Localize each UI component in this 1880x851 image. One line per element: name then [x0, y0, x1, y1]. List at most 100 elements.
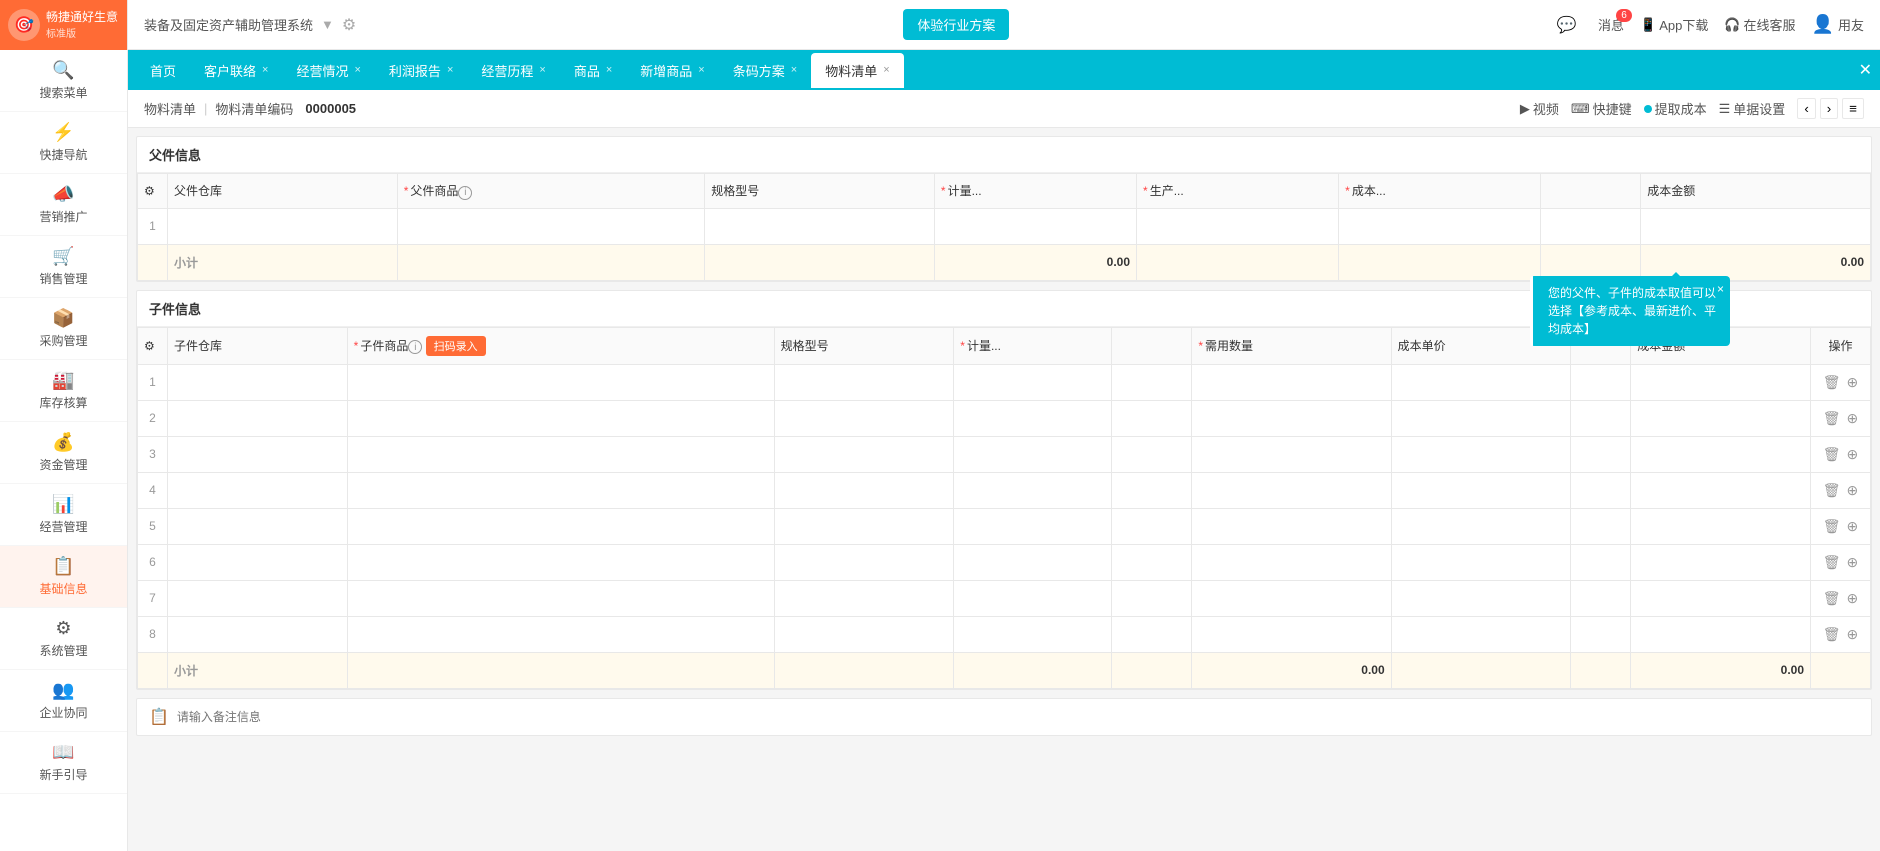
delete-icon-3[interactable]: 🗑 [1823, 446, 1841, 463]
child-cell-unitcost-1[interactable] [1391, 364, 1571, 400]
child-cell-qty-3[interactable] [1192, 436, 1391, 472]
child-cell-unit-8[interactable] [954, 616, 1112, 652]
action-shortcut[interactable]: ⌨ 快捷键 [1571, 99, 1632, 118]
child-cell-unit-3[interactable] [954, 436, 1112, 472]
copy-icon-2[interactable]: ⊕ [1847, 410, 1859, 427]
sidebar-item-新手引导[interactable]: 📖新手引导 [0, 732, 127, 794]
child-cell-qty-1[interactable] [1192, 364, 1391, 400]
app-download[interactable]: 📱 App下载 [1640, 15, 1708, 34]
parent-cell-production-1[interactable] [1137, 208, 1339, 244]
child-cell-unit-6[interactable] [954, 544, 1112, 580]
child-cell-qty-2[interactable] [1192, 400, 1391, 436]
sidebar-item-经营管理[interactable]: 📊经营管理 [0, 484, 127, 546]
child-cell-product-8[interactable] [347, 616, 774, 652]
parent-col-gear[interactable]: ⚙ [138, 174, 168, 209]
parent-cell-spec-1[interactable] [705, 208, 935, 244]
child-cell-spec-3[interactable] [774, 436, 954, 472]
experience-btn[interactable]: 体验行业方案 [903, 9, 1009, 40]
child-cell-unitcost-8[interactable] [1391, 616, 1571, 652]
child-cell-warehouse-7[interactable] [168, 580, 348, 616]
sidebar-item-快捷导航[interactable]: ⚡快捷导航 [0, 112, 127, 174]
sidebar-item-销售管理[interactable]: 🛒销售管理 [0, 236, 127, 298]
next-btn[interactable]: › [1820, 98, 1838, 119]
copy-icon-1[interactable]: ⊕ [1847, 374, 1859, 391]
child-cell-product-2[interactable] [347, 400, 774, 436]
delete-icon-4[interactable]: 🗑 [1823, 482, 1841, 499]
child-cell-warehouse-3[interactable] [168, 436, 348, 472]
child-col-gear[interactable]: ⚙ [138, 327, 168, 364]
child-cell-unit-7[interactable] [954, 580, 1112, 616]
tabs-more-btn[interactable]: ✕ [1859, 60, 1872, 80]
child-cell-unit-5[interactable] [954, 508, 1112, 544]
child-cell-qty-8[interactable] [1192, 616, 1391, 652]
nav-tab-物料清单[interactable]: 物料清单× [811, 53, 903, 88]
child-cell-unitcost-4[interactable] [1391, 472, 1571, 508]
nav-tab-利润报告[interactable]: 利润报告× [375, 53, 467, 88]
action-single-settings[interactable]: ☰ 单据设置 [1719, 99, 1786, 118]
copy-icon-7[interactable]: ⊕ [1847, 590, 1859, 607]
sidebar-item-采购管理[interactable]: 📦采购管理 [0, 298, 127, 360]
copy-icon-4[interactable]: ⊕ [1847, 482, 1859, 499]
nav-tab-经营历程[interactable]: 经营历程× [467, 53, 559, 88]
delete-icon-1[interactable]: 🗑 [1823, 374, 1841, 391]
child-cell-unit-1[interactable] [954, 364, 1112, 400]
child-cell-product-3[interactable] [347, 436, 774, 472]
child-cell-spec-5[interactable] [774, 508, 954, 544]
child-cell-spec-4[interactable] [774, 472, 954, 508]
child-cell-qty-7[interactable] [1192, 580, 1391, 616]
list-view-btn[interactable]: ≡ [1842, 98, 1864, 119]
message-badge[interactable]: 💬 6 消息 [1556, 15, 1624, 35]
sidebar-item-搜索菜单[interactable]: 🔍搜索菜单 [0, 50, 127, 112]
child-cell-unitcost-3[interactable] [1391, 436, 1571, 472]
delete-icon-2[interactable]: 🗑 [1823, 410, 1841, 427]
child-cell-unitcost-2[interactable] [1391, 400, 1571, 436]
child-cell-qty-4[interactable] [1192, 472, 1391, 508]
child-cell-spec-7[interactable] [774, 580, 954, 616]
online-support[interactable]: 🎧 在线客服 [1724, 15, 1795, 34]
nav-tab-首页[interactable]: 首页 [136, 53, 190, 88]
child-cell-warehouse-8[interactable] [168, 616, 348, 652]
nav-tab-客户联络[interactable]: 客户联络× [190, 53, 282, 88]
note-input[interactable] [177, 710, 1859, 724]
action-video[interactable]: ▶ 视频 [1520, 99, 1559, 118]
action-extract-cost[interactable]: 提取成本 [1644, 99, 1707, 118]
child-cell-warehouse-4[interactable] [168, 472, 348, 508]
prev-btn[interactable]: ‹ [1797, 98, 1815, 119]
child-cell-product-1[interactable] [347, 364, 774, 400]
sidebar-item-系统管理[interactable]: ⚙系统管理 [0, 608, 127, 670]
sidebar-item-资金管理[interactable]: 💰资金管理 [0, 422, 127, 484]
tooltip-close-btn[interactable]: × [1717, 280, 1724, 298]
copy-icon-6[interactable]: ⊕ [1847, 554, 1859, 571]
child-cell-spec-8[interactable] [774, 616, 954, 652]
nav-tab-条码方案[interactable]: 条码方案× [719, 53, 811, 88]
delete-icon-8[interactable]: 🗑 [1823, 626, 1841, 643]
parent-cell-warehouse-1[interactable] [168, 208, 398, 244]
copy-icon-5[interactable]: ⊕ [1847, 518, 1859, 535]
child-cell-warehouse-1[interactable] [168, 364, 348, 400]
child-cell-unitcost-7[interactable] [1391, 580, 1571, 616]
child-cell-spec-2[interactable] [774, 400, 954, 436]
user-menu[interactable]: 👤 用友 [1812, 14, 1864, 35]
child-cell-qty-6[interactable] [1192, 544, 1391, 580]
sidebar-item-营销推广[interactable]: 📣营销推广 [0, 174, 127, 236]
parent-cell-product-1[interactable] [397, 208, 705, 244]
sidebar-item-基础信息[interactable]: 📋基础信息 [0, 546, 127, 608]
copy-icon-8[interactable]: ⊕ [1847, 626, 1859, 643]
nav-tab-商品[interactable]: 商品× [560, 53, 626, 88]
child-cell-product-5[interactable] [347, 508, 774, 544]
child-cell-qty-5[interactable] [1192, 508, 1391, 544]
child-cell-warehouse-5[interactable] [168, 508, 348, 544]
sidebar-item-企业协同[interactable]: 👥企业协同 [0, 670, 127, 732]
child-cell-unitcost-6[interactable] [1391, 544, 1571, 580]
child-cell-product-4[interactable] [347, 472, 774, 508]
copy-icon-3[interactable]: ⊕ [1847, 446, 1859, 463]
parent-cell-unit-1[interactable] [934, 208, 1136, 244]
nav-tab-新增商品[interactable]: 新增商品× [626, 53, 718, 88]
child-cell-unitcost-5[interactable] [1391, 508, 1571, 544]
child-cell-unit-2[interactable] [954, 400, 1112, 436]
child-cell-spec-6[interactable] [774, 544, 954, 580]
delete-icon-7[interactable]: 🗑 [1823, 590, 1841, 607]
nav-tab-经营情况[interactable]: 经营情况× [282, 53, 374, 88]
child-cell-product-6[interactable] [347, 544, 774, 580]
scan-btn[interactable]: 扫码录入 [426, 336, 486, 356]
